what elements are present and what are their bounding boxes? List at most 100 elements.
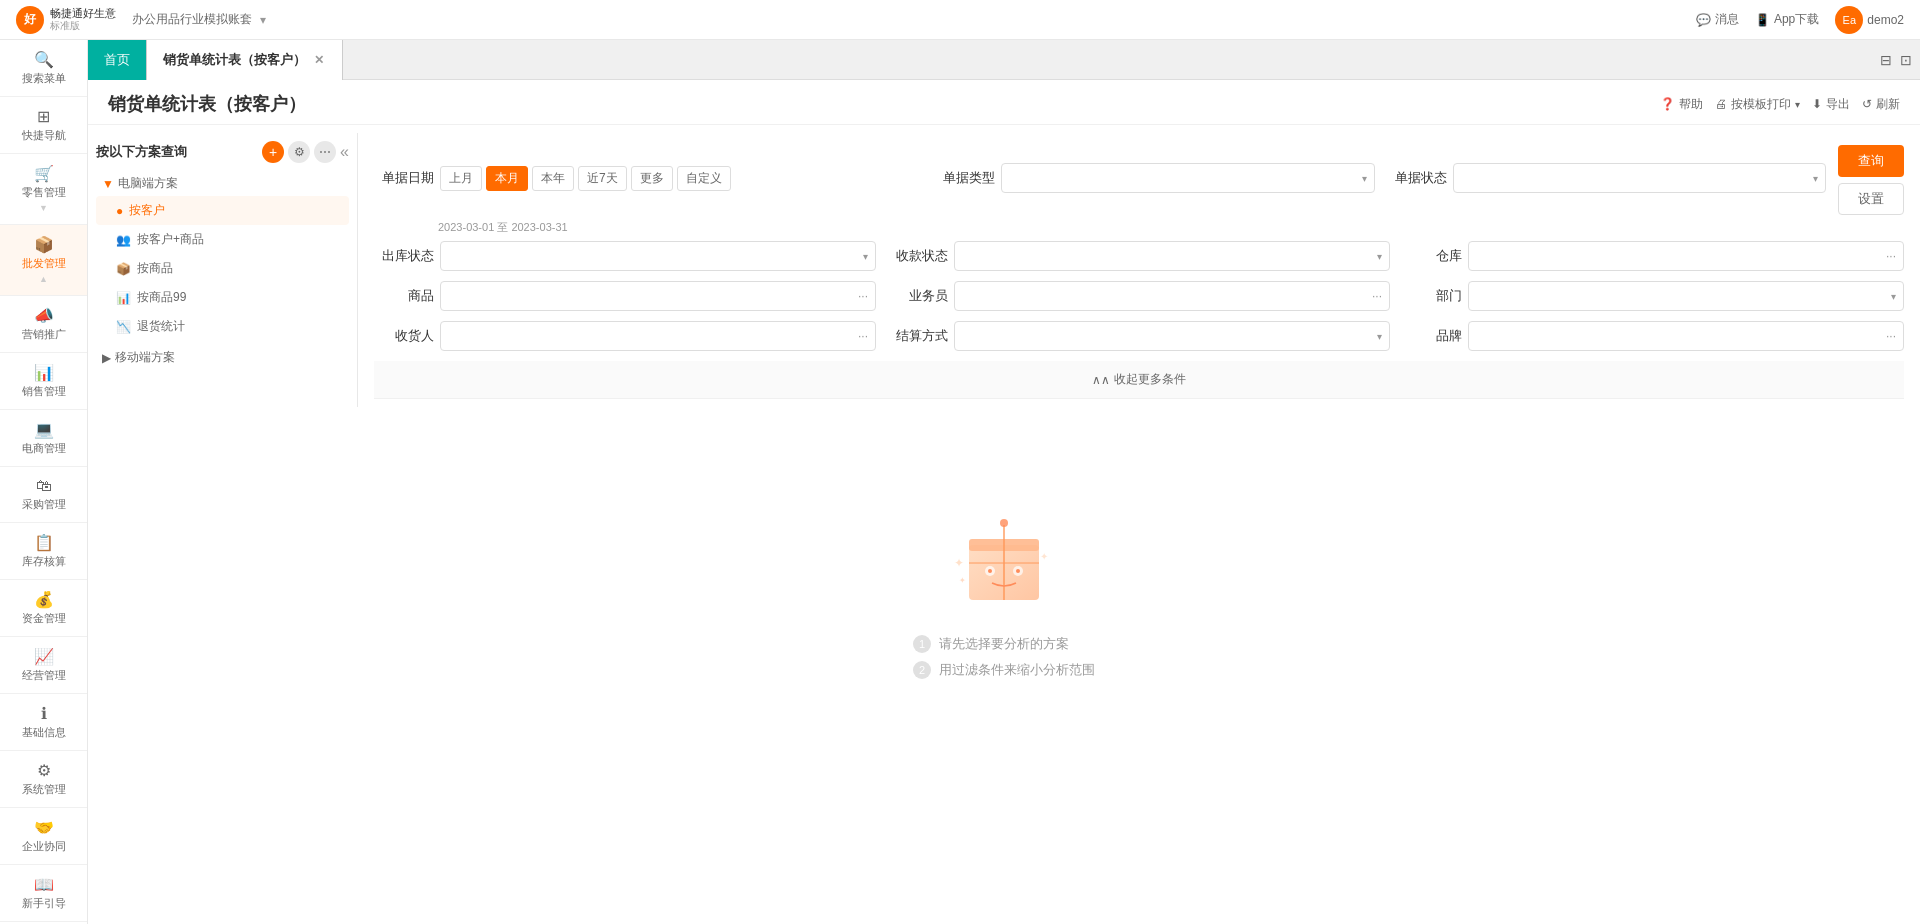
out-status-input[interactable]: ▾ [440, 241, 876, 271]
scheme-item-customer-goods[interactable]: 👥 按客户+商品 [96, 225, 349, 254]
sidebar-item-wholesale[interactable]: 📦 批发管理 ▲ [0, 225, 87, 296]
logo-area: 好 畅捷通好生意 标准版 [16, 6, 116, 34]
recv-status-input[interactable]: ▾ [954, 241, 1390, 271]
template-print-btn[interactable]: 🖨 按模板打印 ▾ [1715, 96, 1800, 113]
scheme-item-by-goods[interactable]: 📦 按商品 [96, 254, 349, 283]
order-type-caret: ▾ [1362, 173, 1367, 184]
filter-row-2: 出库状态 ▾ 收款状态 [374, 241, 1904, 271]
cooperation-icon: 🤝 [4, 818, 83, 837]
filter-row-1: 单据日期 上月 本月 本年 近7天 更多 自定义 [374, 141, 1904, 215]
sidebar-item-retail[interactable]: 🛒 零售管理 ▼ [0, 154, 87, 225]
sidebar-item-quick-nav[interactable]: ⊞ 快捷导航 [0, 97, 87, 154]
dropdown-arrow-icon[interactable]: ▾ [260, 13, 266, 27]
user-area[interactable]: Ea demo2 [1835, 6, 1904, 34]
sidebar-label-cooperation: 企业协同 [4, 839, 83, 854]
settlement-control: ▾ [954, 321, 1390, 351]
sidebar-item-business[interactable]: 📈 经营管理 [0, 637, 87, 694]
scheme-item-return-stat[interactable]: 📉 退货统计 [96, 312, 349, 341]
app-name: 畅捷通好生意 [50, 7, 116, 20]
app-download-action[interactable]: 📱 App下载 [1755, 11, 1819, 28]
page-header: 销货单统计表（按客户） ❓ 帮助 🖨 按模板打印 ▾ ⬇ [88, 80, 1920, 125]
refresh-icon: ↺ [1862, 97, 1872, 111]
sidebar-item-inventory[interactable]: 📋 库存核算 [0, 523, 87, 580]
sidebar-label-retail: 零售管理 [4, 185, 83, 200]
sidebar-label-ecommerce: 电商管理 [4, 441, 83, 456]
scheme-settings-btn[interactable]: ⚙ [288, 141, 310, 163]
top-bar-left: 好 畅捷通好生意 标准版 办公用品行业模拟账套 ▾ [16, 6, 266, 34]
sidebar-item-sales[interactable]: 📊 销售管理 [0, 353, 87, 410]
empty-state: ✦ ✦ ✦ 1 请先选择要分析的方案 2 用过滤条件来缩小分析范围 [88, 415, 1920, 759]
query-btn[interactable]: 查询 [1838, 145, 1904, 177]
date-custom-btn[interactable]: 自定义 [677, 166, 731, 191]
sidebar-item-search[interactable]: 🔍 搜索菜单 [0, 40, 87, 97]
action-buttons: 查询 设置 [1838, 141, 1904, 215]
wholesale-arrow-icon: ▲ [39, 274, 48, 284]
sidebar-item-ecommerce[interactable]: 💻 电商管理 [0, 410, 87, 467]
goods-input[interactable]: ··· [440, 281, 876, 311]
warehouse-input[interactable]: ··· [1468, 241, 1904, 271]
search-icon: 🔍 [4, 50, 83, 69]
by-goods99-icon: 📊 [116, 291, 131, 305]
tab-maximize-icon[interactable]: ⊡ [1900, 52, 1912, 68]
recipient-input[interactable]: ··· [440, 321, 876, 351]
date-last-month-btn[interactable]: 上月 [440, 166, 482, 191]
dept-input[interactable]: ▾ [1468, 281, 1904, 311]
order-status-caret: ▾ [1813, 173, 1818, 184]
svg-point-7 [1016, 569, 1020, 573]
sidebar-item-cooperation[interactable]: 🤝 企业协同 [0, 808, 87, 865]
scheme-add-btn[interactable]: + [262, 141, 284, 163]
sales-icon: 📊 [4, 363, 83, 382]
sidebar-item-finance[interactable]: 💰 资金管理 [0, 580, 87, 637]
help-btn[interactable]: ❓ 帮助 [1660, 96, 1703, 113]
scheme-item-by-customer[interactable]: ● 按客户 [96, 196, 349, 225]
settings-btn[interactable]: 设置 [1838, 183, 1904, 215]
scheme-header: 按以下方案查询 + ⚙ ⋯ « [96, 141, 349, 163]
date-last7-btn[interactable]: 近7天 [578, 166, 627, 191]
sidebar-item-basic[interactable]: ℹ 基础信息 [0, 694, 87, 751]
export-label: 导出 [1826, 96, 1850, 113]
date-this-year-btn[interactable]: 本年 [532, 166, 574, 191]
scheme-collapse-btn[interactable]: « [340, 143, 349, 161]
message-action[interactable]: 💬 消息 [1696, 11, 1739, 28]
purchase-icon: 🛍 [4, 477, 83, 495]
refresh-btn[interactable]: ↺ 刷新 [1862, 96, 1900, 113]
tab-close-icon[interactable]: ✕ [312, 53, 326, 67]
filter-dept-item: 部门 ▾ [1402, 281, 1904, 311]
order-type-input[interactable]: ▾ [1001, 163, 1374, 193]
scheme-group-pc: ▼ 电脑端方案 ● 按客户 👥 按客户+商品 [96, 171, 349, 341]
sidebar-item-purchase[interactable]: 🛍 采购管理 [0, 467, 87, 523]
help-icon: ❓ [1660, 97, 1675, 111]
content-area: 首页 销货单统计表（按客户） ✕ ⊟ ⊡ 销货单统计表（按客户） [88, 40, 1920, 924]
print-icon: 🖨 [1715, 97, 1727, 111]
goods-label: 商品 [374, 287, 434, 305]
sidebar-item-system[interactable]: ⚙ 系统管理 [0, 751, 87, 808]
scheme-group-mobile-title[interactable]: ▶ 移动端方案 [96, 345, 349, 370]
filter-salesperson-item: 业务员 ··· [888, 281, 1390, 311]
filter-date-item: 单据日期 上月 本月 本年 近7天 更多 自定义 [374, 166, 923, 191]
sidebar-item-marketing[interactable]: 📣 营销推广 [0, 296, 87, 353]
empty-tip-1-text: 请先选择要分析的方案 [939, 635, 1069, 653]
salesperson-input[interactable]: ··· [954, 281, 1390, 311]
filter-order-status-item: 单据状态 ▾ [1387, 163, 1826, 193]
sidebar-item-guide[interactable]: 📖 新手引导 [0, 865, 87, 922]
scheme-item-by-goods99[interactable]: 📊 按商品99 [96, 283, 349, 312]
tab-home[interactable]: 首页 [88, 40, 147, 80]
svg-point-6 [988, 569, 992, 573]
scheme-panel: 按以下方案查询 + ⚙ ⋯ « ▼ 电 [88, 133, 358, 407]
scheme-group-pc-title[interactable]: ▼ 电脑端方案 [96, 171, 349, 196]
settlement-input[interactable]: ▾ [954, 321, 1390, 351]
date-more-btn[interactable]: 更多 [631, 166, 673, 191]
by-goods-icon: 📦 [116, 262, 131, 276]
sidebar-label-wholesale: 批发管理 [4, 256, 83, 271]
order-status-input[interactable]: ▾ [1453, 163, 1826, 193]
collapse-btn[interactable]: ∧∧ 收起更多条件 [1080, 367, 1198, 392]
tab-sales-stat[interactable]: 销货单统计表（按客户） ✕ [147, 40, 343, 80]
date-this-month-btn[interactable]: 本月 [486, 166, 528, 191]
return-stat-icon: 📉 [116, 320, 131, 334]
brand-input[interactable]: ··· [1468, 321, 1904, 351]
empty-tip-2: 2 用过滤条件来缩小分析范围 [913, 661, 1095, 679]
tab-restore-icon[interactable]: ⊟ [1880, 52, 1892, 68]
export-btn[interactable]: ⬇ 导出 [1812, 96, 1850, 113]
ecommerce-icon: 💻 [4, 420, 83, 439]
scheme-more-btn[interactable]: ⋯ [314, 141, 336, 163]
